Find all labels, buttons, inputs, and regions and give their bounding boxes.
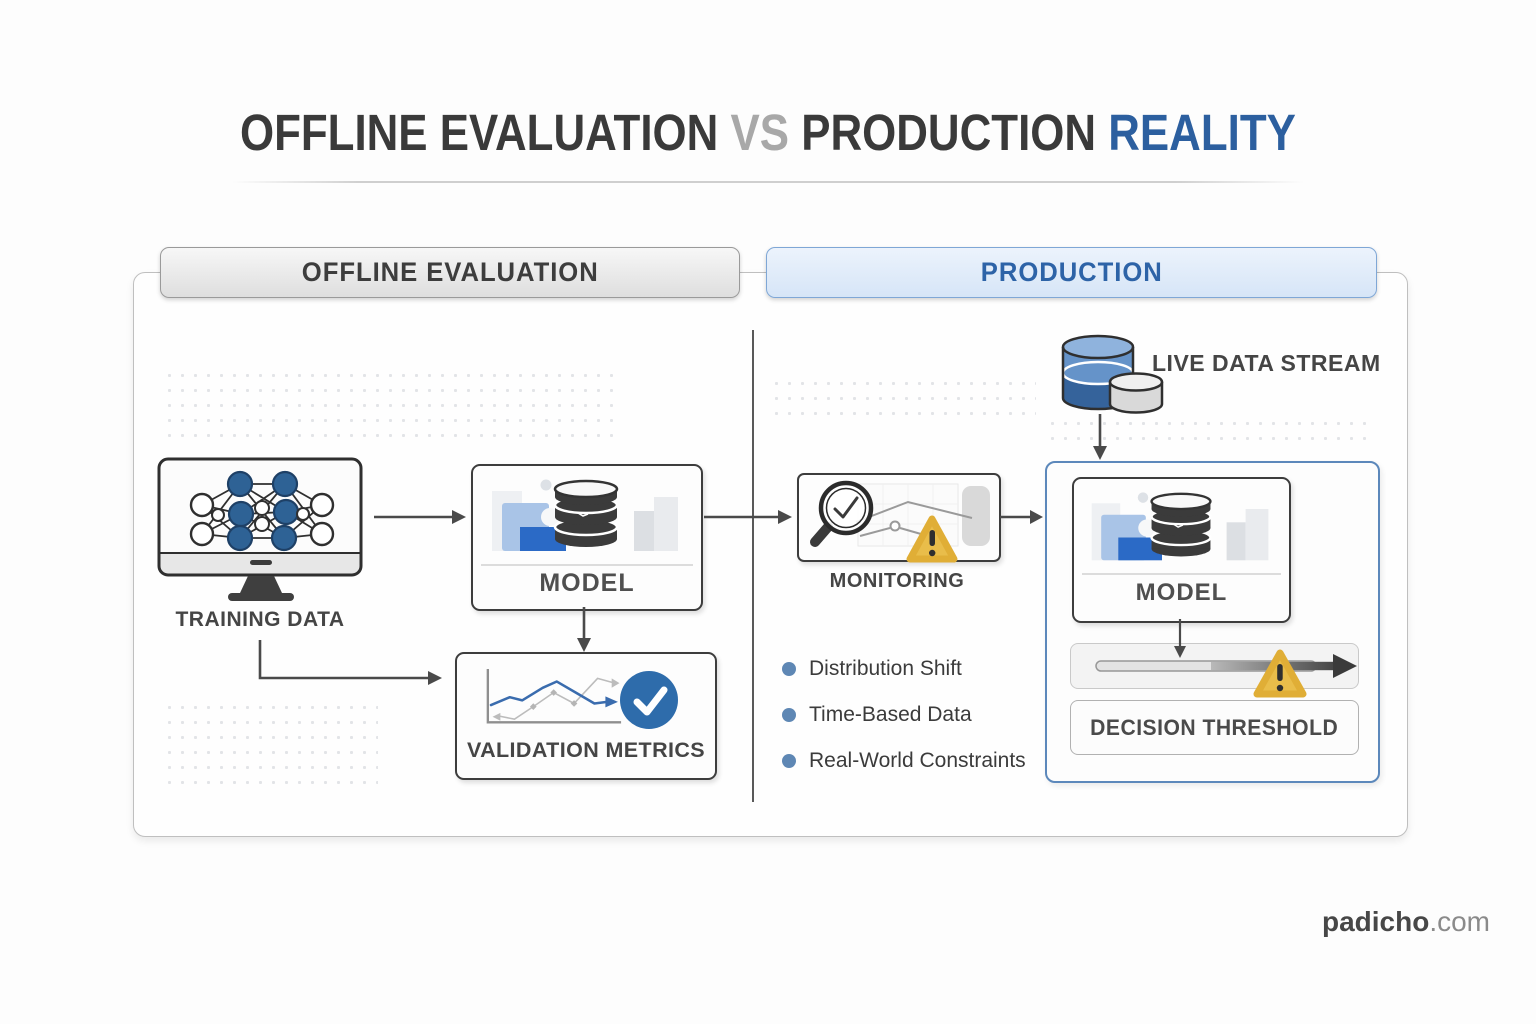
live-data-stream-label: LIVE DATA STREAM [1152,350,1381,376]
bullet-label: Distribution Shift [809,657,962,680]
title-reality: REALITY [1108,104,1296,161]
title-production: PRODUCTION [801,104,1097,161]
dot-grid [770,376,1036,422]
dot-grid [163,368,615,444]
threshold-slider-icon [1095,654,1357,678]
production-model-box: MODEL [1072,477,1291,623]
monitoring-label: MONITORING [829,570,965,592]
threshold-slider [1070,643,1359,689]
brand-suffix: .com [1429,906,1490,937]
arrow-icon [704,510,792,524]
model-database-icon [492,479,678,551]
arrow-icon [577,607,591,652]
bullet-dot-icon [782,662,796,676]
list-item: Time-Based Data [782,692,1062,738]
production-header-label: PRODUCTION [980,257,1163,287]
list-item: Distribution Shift [782,646,1062,692]
arrow-icon [1093,414,1107,460]
decision-threshold-box: DECISION THRESHOLD [1070,700,1359,755]
arrow-icon [374,510,466,524]
page-title: OFFLINE EVALUATION VS PRODUCTION REALITY [0,103,1536,162]
decision-threshold-label: DECISION THRESHOLD [1090,715,1339,740]
infographic-canvas: OFFLINE EVALUATION VS PRODUCTION REALITY… [0,0,1536,1024]
site-watermark: padicho.com [1160,906,1496,938]
offline-model-label: MODEL [539,569,635,597]
line-chart-icon [486,669,622,724]
brand-name: padicho [1321,906,1430,937]
warning-triangle-icon [906,515,958,563]
arrow-icon [1000,510,1043,524]
bullet-dot-icon [782,754,796,768]
training-data-label: TRAINING DATA [175,608,345,631]
validation-metrics-label: VALIDATION METRICS [466,738,706,762]
production-section-header: PRODUCTION [766,247,1377,298]
offline-section-header: OFFLINE EVALUATION [160,247,740,298]
bullet-dot-icon [782,708,796,722]
title-offline: OFFLINE EVALUATION [240,104,719,161]
arrow-icon [1174,619,1186,658]
dot-grid [163,700,378,792]
warning-triangle-icon [1253,649,1307,698]
bullet-label: Time-Based Data [809,703,972,726]
check-circle-icon [620,671,678,729]
model-database-icon [1091,492,1269,561]
column-divider [752,330,754,802]
production-model-label: MODEL [1135,579,1228,606]
title-vs: VS [730,104,790,161]
production-issues-list: Distribution Shift Time-Based Data Real-… [782,646,1062,784]
bullet-label: Real-World Constraints [809,749,1026,772]
monitoring-box [797,473,1001,562]
list-item: Real-World Constraints [782,738,1062,784]
offline-header-label: OFFLINE EVALUATION [301,257,599,287]
magnifier-check-icon [810,480,990,547]
monitor-neural-network-icon [157,457,363,601]
title-divider [232,181,1304,183]
elbow-arrow-icon [258,640,442,685]
offline-model-box: MODEL [471,464,703,611]
